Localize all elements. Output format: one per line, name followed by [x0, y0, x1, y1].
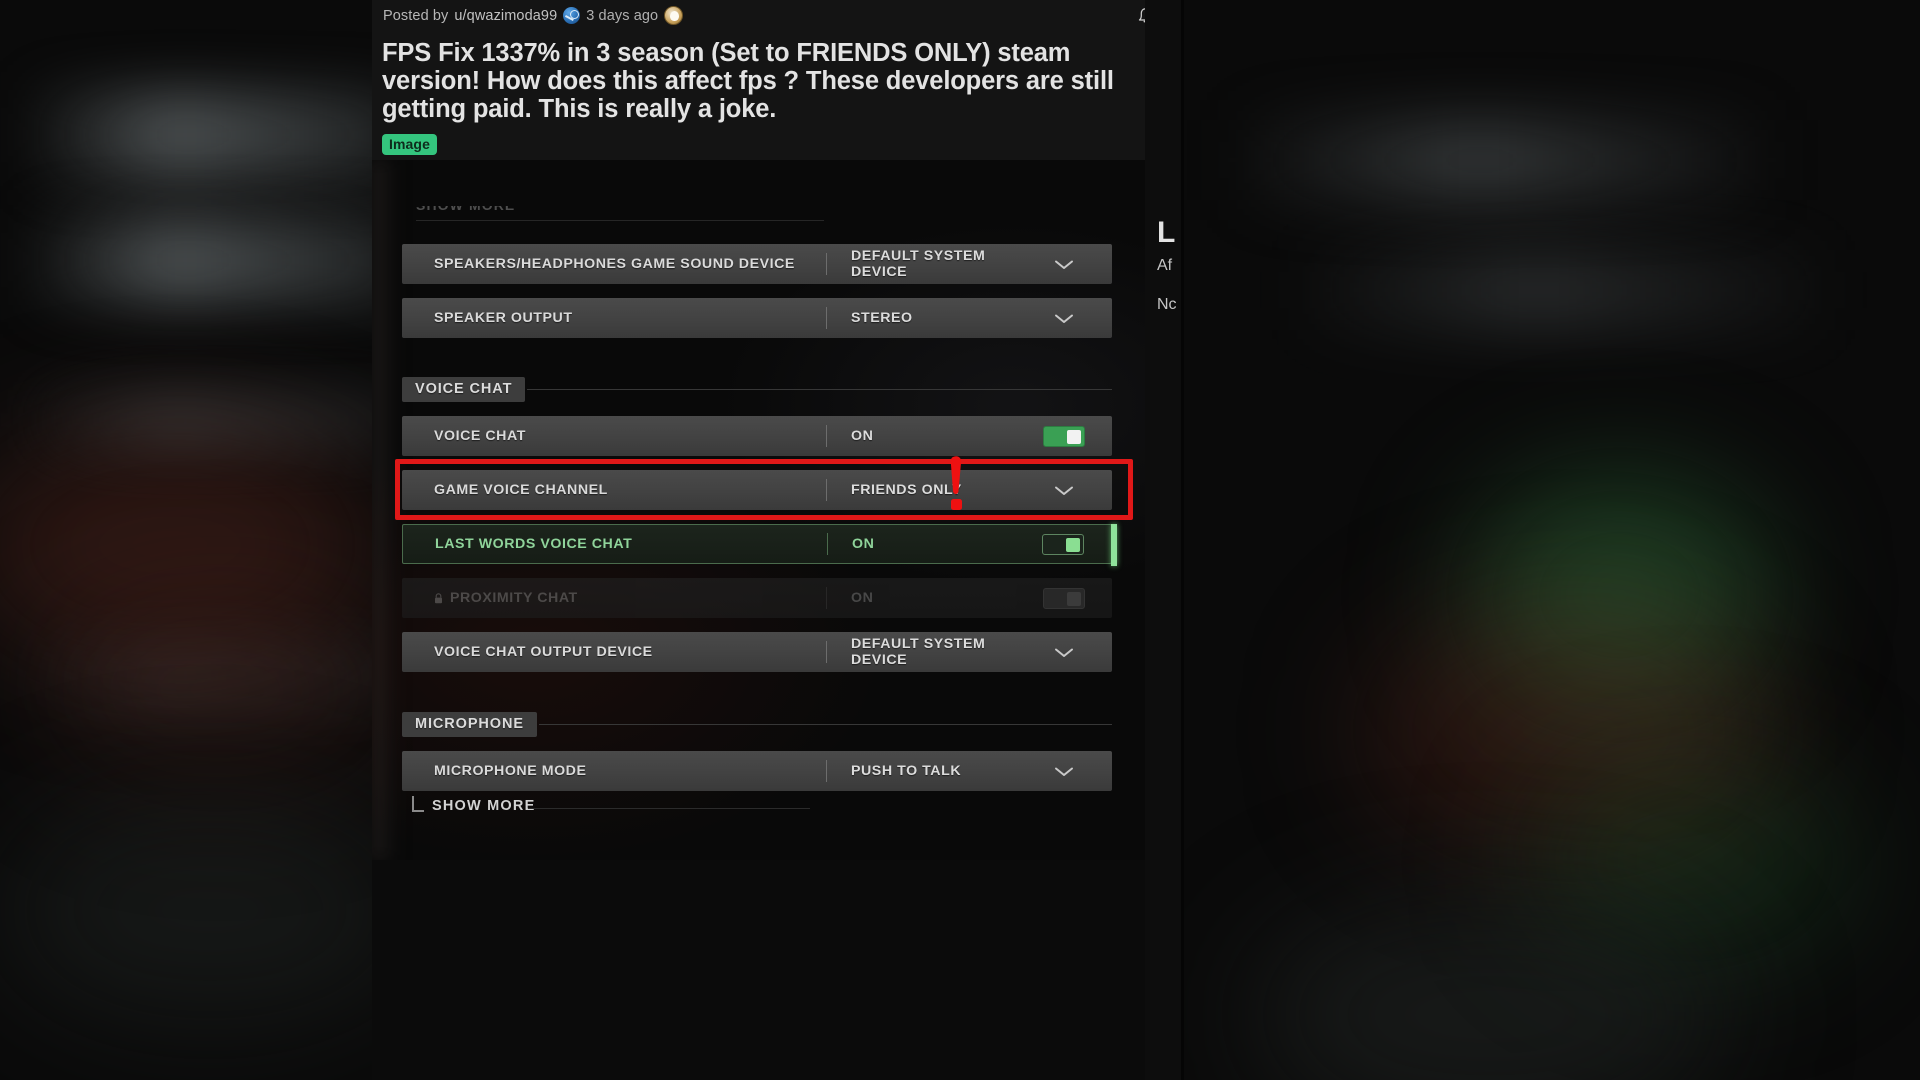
- section-label: MICROPHONE: [402, 711, 537, 737]
- background-blur-band: [1300, 250, 1820, 330]
- setting-row-voice-chat-output-device[interactable]: VOICE CHAT OUTPUT DEVICE DEFAULT SYSTEM …: [402, 632, 1112, 672]
- right-sidebar-clipped: L Af Nc: [1145, 0, 1183, 1080]
- setting-label: GAME VOICE CHANNEL: [434, 482, 608, 498]
- setting-row-voice-chat[interactable]: VOICE CHAT ON: [402, 416, 1112, 456]
- background-blur-blob: [0, 800, 420, 1020]
- settings-column: SHOW MORE SPEAKERS/HEADPHONES GAME SOUND…: [402, 160, 1142, 860]
- panel-divider: [1181, 0, 1184, 1080]
- setting-value: DEFAULT SYSTEM DEVICE: [851, 248, 986, 280]
- embedded-game-settings-screenshot: SHOW MORE SPEAKERS/HEADPHONES GAME SOUND…: [372, 160, 1174, 860]
- background-blur-band: [1240, 120, 1760, 200]
- setting-value: STEREO: [851, 310, 913, 326]
- sidebar-title-fragment: L: [1157, 216, 1176, 249]
- post-meta: Posted by u/qwazimoda99 3 days ago: [382, 6, 1160, 25]
- background-blur-blob: [40, 590, 400, 790]
- setting-label-text: PROXIMITY CHAT: [450, 590, 578, 606]
- post-title: FPS Fix 1337% in 3 season (Set to FRIEND…: [382, 39, 1114, 123]
- setting-value: ON: [851, 428, 874, 444]
- background-blur-band: [20, 90, 400, 180]
- chevron-down-icon[interactable]: [1016, 646, 1112, 659]
- setting-value: ON: [852, 536, 875, 552]
- setting-label: MICROPHONE MODE: [434, 763, 587, 779]
- toggle-voice-chat[interactable]: [1016, 425, 1112, 447]
- post-header: Posted by u/qwazimoda99 3 days ago FPS F…: [372, 0, 1174, 160]
- setting-row-last-words-voice-chat[interactable]: LAST WORDS VOICE CHAT ON: [402, 524, 1117, 566]
- show-more-label: SHOW MORE: [432, 798, 536, 814]
- toggle-switch-off: [1043, 587, 1085, 609]
- section-rule: [538, 723, 1112, 725]
- toggle-proximity-chat: [1016, 587, 1112, 609]
- sidebar-line2-fragment: Nc: [1157, 296, 1177, 313]
- background-blur-band: [20, 215, 400, 305]
- setting-label: VOICE CHAT OUTPUT DEVICE: [434, 644, 653, 660]
- clipped-show-more-label: SHOW MORE: [416, 206, 515, 213]
- show-more-button[interactable]: SHOW MORE: [412, 796, 812, 814]
- toggle-switch-on-green[interactable]: [1042, 533, 1084, 555]
- chevron-down-icon[interactable]: [1016, 258, 1112, 271]
- setting-label: LAST WORDS VOICE CHAT: [435, 536, 633, 552]
- section-rule: [527, 388, 1112, 390]
- sidebar-line1-fragment: Af: [1157, 257, 1173, 274]
- section-header-microphone: MICROPHONE: [402, 711, 1112, 737]
- bracket-icon: [412, 796, 424, 812]
- setting-value: FRIENDS ONLY: [851, 482, 962, 498]
- reddit-post-panel: Posted by u/qwazimoda99 3 days ago FPS F…: [372, 0, 1174, 1080]
- setting-row-speakers-headphones-game-sound-device[interactable]: SPEAKERS/HEADPHONES GAME SOUND DEVICE DE…: [402, 244, 1112, 284]
- post-author-link[interactable]: u/qwazimoda99: [454, 8, 557, 24]
- toggle-last-words-voice-chat[interactable]: [1015, 533, 1111, 555]
- lock-icon: [435, 592, 442, 603]
- green-highlight-edge: [1111, 524, 1117, 566]
- chevron-down-icon[interactable]: [1016, 484, 1112, 497]
- posted-by-label: Posted by: [383, 7, 449, 24]
- setting-label: SPEAKER OUTPUT: [434, 310, 573, 326]
- setting-row-game-voice-channel[interactable]: GAME VOICE CHANNEL FRIENDS ONLY: [402, 470, 1112, 510]
- post-timestamp: 3 days ago: [586, 7, 659, 24]
- steam-badge-icon: [563, 7, 581, 24]
- setting-value: ON: [851, 590, 874, 606]
- red-exclamation-annotation: [944, 455, 970, 513]
- divider-line: [528, 808, 810, 809]
- divider-line: [416, 220, 824, 221]
- chevron-down-icon[interactable]: [1016, 312, 1112, 325]
- section-label: VOICE CHAT: [402, 376, 526, 402]
- post-flair-badge[interactable]: Image: [382, 134, 437, 155]
- toggle-switch-on[interactable]: [1043, 425, 1085, 447]
- setting-label: VOICE CHAT: [434, 428, 526, 444]
- setting-row-proximity-chat: PROXIMITY CHAT ON: [402, 578, 1112, 618]
- setting-label: PROXIMITY CHAT: [402, 590, 826, 606]
- setting-row-microphone-mode[interactable]: MICROPHONE MODE PUSH TO TALK: [402, 751, 1112, 791]
- gold-award-icon[interactable]: [664, 6, 684, 25]
- toggle-knob: [1067, 591, 1081, 606]
- chevron-down-icon[interactable]: [1016, 765, 1112, 778]
- section-header-voice-chat: VOICE CHAT: [402, 376, 1112, 402]
- clipped-show-more-top: SHOW MORE: [416, 206, 826, 224]
- setting-label: SPEAKERS/HEADPHONES GAME SOUND DEVICE: [434, 256, 795, 272]
- setting-row-speaker-output[interactable]: SPEAKER OUTPUT STEREO: [402, 298, 1112, 338]
- screenshot-edge-glow: [372, 160, 402, 860]
- setting-value: PUSH TO TALK: [851, 763, 962, 779]
- setting-value: DEFAULT SYSTEM DEVICE: [851, 636, 986, 668]
- toggle-knob: [1067, 429, 1081, 444]
- toggle-knob: [1066, 537, 1080, 552]
